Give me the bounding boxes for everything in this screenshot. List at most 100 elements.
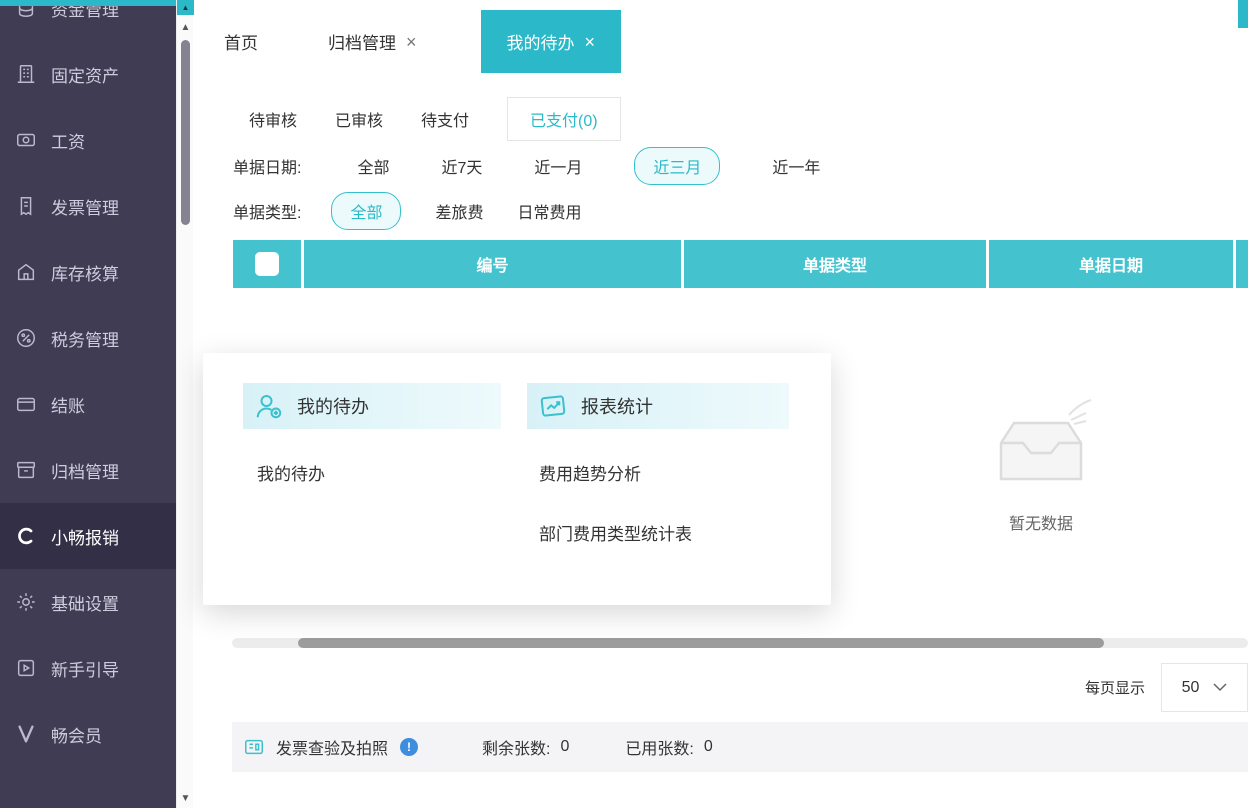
tab-home[interactable]: 首页 (218, 10, 264, 73)
invoice-verify-link[interactable]: 发票查验及拍照 (276, 735, 388, 759)
top-right-accent (1238, 0, 1248, 28)
chevron-down-icon (1213, 679, 1227, 697)
sidebar-item-basic-settings[interactable]: 基础设置 (0, 569, 176, 635)
subtab-paid[interactable]: 已支付(0) (507, 97, 621, 141)
card-icon (14, 392, 38, 416)
select-all-checkbox[interactable] (255, 252, 279, 276)
play-icon (14, 656, 38, 680)
filter-date-all[interactable]: 全部 (357, 154, 389, 178)
sidebar-item-label: 归档管理 (51, 462, 119, 482)
tab-archive-management[interactable]: 归档管理 × (322, 10, 423, 73)
popup-item-dept-expense-stats[interactable]: 部门费用类型统计表 (539, 520, 692, 545)
filter-date-row: 单据日期: 全部 近7天 近一月 近三月 近一年 (194, 147, 1248, 185)
column-header-doc-date: 单据日期 (989, 240, 1233, 288)
scroll-down-button[interactable]: ▼ (177, 790, 194, 806)
report-chart-icon (537, 390, 569, 422)
popup-item-my-todo[interactable]: 我的待办 (257, 460, 325, 485)
filter-type-all[interactable]: 全部 (331, 192, 402, 230)
checkbox-cell (233, 240, 301, 288)
scroll-up-icon: ▲ (181, 3, 190, 12)
sidebar-item-closing[interactable]: 结账 (0, 371, 176, 437)
close-icon[interactable]: × (406, 33, 417, 51)
sidebar-item-label: 新手引导 (51, 660, 119, 680)
column-header-partial (1236, 240, 1248, 288)
popup-todo-title: 我的待办 (297, 397, 369, 417)
c-logo-icon (14, 524, 38, 548)
sidebar-item-label: 固定资产 (51, 66, 119, 86)
filter-type-daily[interactable]: 日常费用 (517, 199, 581, 223)
filter-date-7days[interactable]: 近7天 (441, 154, 482, 178)
sidebar-item-beginner-guide[interactable]: 新手引导 (0, 635, 176, 701)
used-count: 已用张数: 0 (625, 735, 712, 759)
empty-text: 暂无数据 (1008, 516, 1073, 533)
scrollbar-teal-cap: ▲ (177, 0, 194, 15)
menu-popup: 我的待办 报表统计 我的待办 费用趋势分析 部门费用类型统计表 (203, 353, 831, 605)
sidebar-item-funds[interactable]: 资金管理 (0, 0, 176, 41)
tab-label: 归档管理 (328, 34, 396, 53)
invoice-scan-icon (242, 735, 266, 759)
column-header-doc-type: 单据类型 (684, 240, 986, 288)
scroll-up-button[interactable]: ▲ (177, 19, 194, 35)
pagination: 每页显示 50 (194, 663, 1248, 712)
sidebar-item-member[interactable]: 畅会员 (0, 701, 176, 767)
used-value: 0 (703, 738, 713, 755)
remaining-value: 0 (560, 738, 570, 755)
v-logo-icon (14, 722, 38, 746)
scrollbar-thumb[interactable] (181, 40, 190, 225)
popup-todo-header[interactable]: 我的待办 (243, 383, 501, 429)
subtab-reviewed[interactable]: 已审核 (335, 98, 383, 140)
sidebar-item-tax-management[interactable]: 税务管理 (0, 305, 176, 371)
page-size-label: 每页显示 (1084, 680, 1145, 697)
receipt-icon (14, 194, 38, 218)
sidebar-item-reimbursement[interactable]: 小畅报销 (0, 503, 176, 569)
remaining-count: 剩余张数: 0 (482, 735, 569, 759)
gear-icon (14, 590, 38, 614)
page-size-value: 50 (1181, 678, 1200, 696)
banknote-icon (14, 128, 38, 152)
popup-report-title: 报表统计 (581, 397, 653, 417)
popup-item-expense-trend[interactable]: 费用趋势分析 (539, 460, 641, 485)
filter-date-label: 单据日期: (233, 160, 302, 177)
status-tabs: 待审核 已审核 待支付 已支付(0) (194, 97, 1248, 141)
sidebar-item-fixed-assets[interactable]: 固定资产 (0, 41, 176, 107)
footer-bar: 发票查验及拍照 ! 剩余张数: 0 已用张数: 0 (232, 722, 1248, 772)
tab-label: 首页 (224, 34, 258, 53)
sidebar-menu: 资金管理 固定资产 工资 发票管理 库存核算 税务管理 结账 归档管理 小畅报销… (0, 0, 176, 767)
sidebar-item-label: 小畅报销 (51, 528, 119, 548)
sidebar: 资金管理 固定资产 工资 发票管理 库存核算 税务管理 结账 归档管理 小畅报销… (0, 0, 176, 808)
used-label: 已用张数: (625, 741, 694, 758)
sidebar-item-archive-management[interactable]: 归档管理 (0, 437, 176, 503)
sidebar-item-label: 畅会员 (51, 726, 102, 746)
sidebar-item-invoice-management[interactable]: 发票管理 (0, 173, 176, 239)
filter-type-travel[interactable]: 差旅费 (435, 199, 483, 223)
close-icon[interactable]: × (585, 33, 596, 51)
sidebar-item-label: 工资 (51, 132, 85, 152)
sidebar-item-label: 税务管理 (51, 330, 119, 350)
filter-date-1year[interactable]: 近一年 (772, 154, 820, 178)
filter-date-1month[interactable]: 近一月 (534, 154, 582, 178)
page-size-select[interactable]: 50 (1161, 663, 1248, 712)
filter-type-label: 单据类型: (233, 205, 302, 222)
building-icon (14, 62, 38, 86)
scroll-up-icon: ▲ (180, 21, 191, 33)
subtab-pending-review[interactable]: 待审核 (249, 98, 297, 140)
sidebar-scrollbar[interactable]: ▲ ▲ ▼ (176, 0, 194, 808)
tab-my-todo[interactable]: 我的待办 × (480, 10, 622, 73)
table-header: 编号 单据类型 单据日期 (194, 240, 1248, 288)
hscrollbar-thumb[interactable] (298, 638, 1104, 648)
subtab-pending-payment[interactable]: 待支付 (421, 98, 469, 140)
app-window: 资金管理 固定资产 工资 发票管理 库存核算 税务管理 结账 归档管理 小畅报销… (0, 0, 1248, 808)
empty-state: 暂无数据 (976, 393, 1106, 534)
sidebar-item-inventory-accounting[interactable]: 库存核算 (0, 239, 176, 305)
sidebar-item-salary[interactable]: 工资 (0, 107, 176, 173)
popup-report-header[interactable]: 报表统计 (527, 383, 789, 429)
info-icon[interactable]: ! (400, 738, 419, 756)
horizontal-scrollbar[interactable] (232, 638, 1248, 648)
archive-box-icon (14, 458, 38, 482)
remaining-label: 剩余张数: (482, 741, 551, 758)
tab-label: 我的待办 (506, 34, 575, 53)
sidebar-item-label: 库存核算 (51, 264, 119, 284)
filter-date-3months[interactable]: 近三月 (634, 147, 721, 185)
tab-bar: 首页 归档管理 × 我的待办 × (194, 0, 1248, 83)
sidebar-item-label: 发票管理 (51, 198, 119, 218)
